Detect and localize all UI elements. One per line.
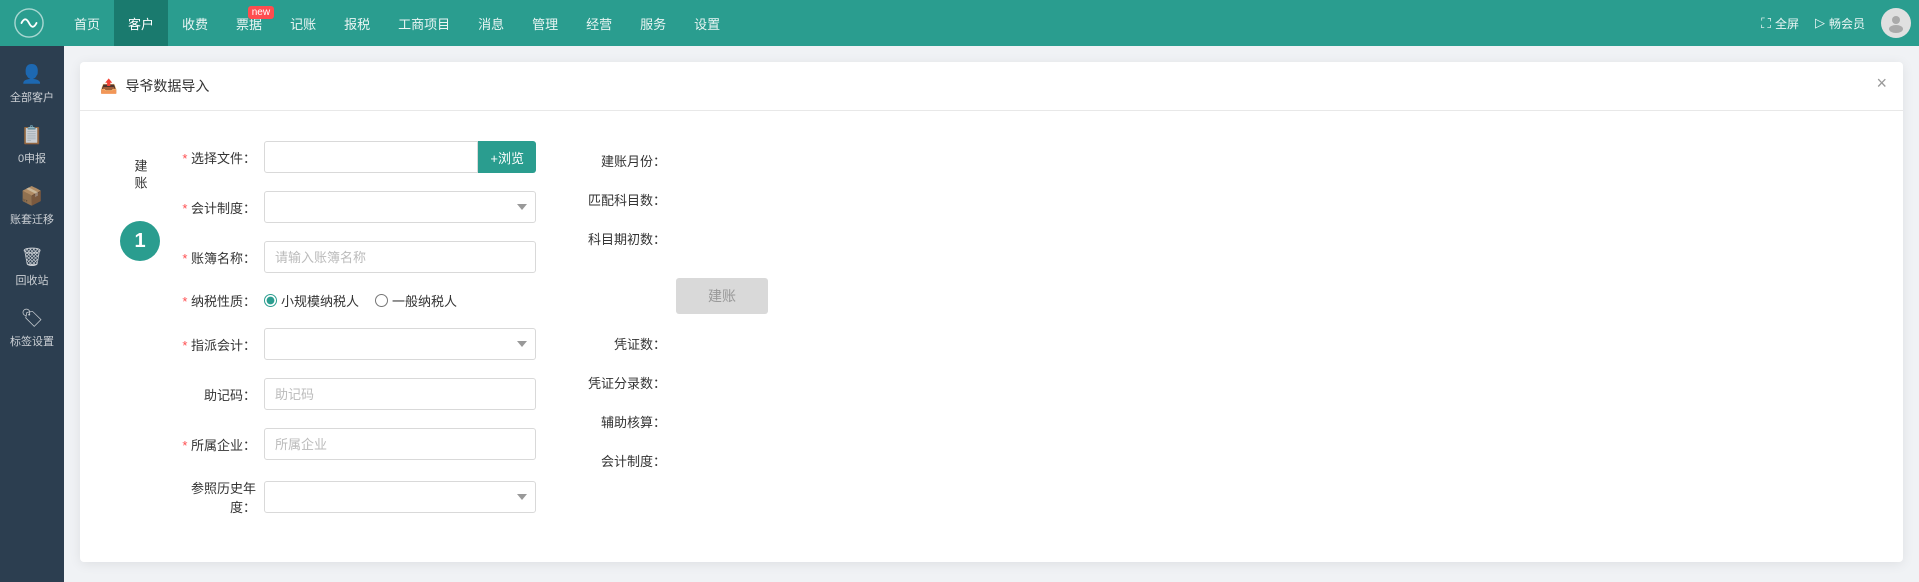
tax-type-row: 纳税性质： 小规模纳税人 一般纳税人 <box>176 291 536 310</box>
browse-button[interactable]: +浏览 <box>478 141 536 173</box>
form-left-section: 建账 1 选择文件： +浏览 会计制度： <box>120 141 536 516</box>
avatar[interactable] <box>1881 8 1911 38</box>
nav-item-operations[interactable]: 经营 <box>572 0 626 46</box>
radio-small-scale[interactable]: 小规模纳税人 <box>264 291 359 310</box>
sidebar-item-zero-filing[interactable]: 📋 0申报 <box>2 117 62 174</box>
history-year-select[interactable] <box>264 481 536 513</box>
nav-item-tickets[interactable]: 票据 new <box>222 0 276 46</box>
accounting-system-label: 会计制度： <box>576 451 666 470</box>
accounting-row: 会计制度： <box>176 191 536 223</box>
match-subjects-label: 匹配科目数： <box>576 190 666 209</box>
company-input[interactable] <box>264 428 536 460</box>
member-button[interactable]: ▷ 畅会员 <box>1815 15 1865 32</box>
ledger-name-input[interactable] <box>264 241 536 273</box>
dialog-card: 📤 导爷数据导入 × 建账 1 选择文件： +浏览 <box>80 62 1903 562</box>
memo-code-input[interactable] <box>264 378 536 410</box>
fullscreen-button[interactable]: ⛶ 全屏 <box>1761 15 1799 32</box>
voucher-row: 凭证数： <box>576 334 856 353</box>
nav-item-customers[interactable]: 客户 <box>114 0 168 46</box>
nav-item-services[interactable]: 服务 <box>626 0 680 46</box>
dialog-header: 📤 导爷数据导入 <box>80 62 1903 111</box>
ledger-name-label: 账簿名称： <box>176 248 256 267</box>
upload-icon: 📤 <box>100 78 117 95</box>
auxiliary-label: 辅助核算： <box>576 412 666 431</box>
month-label: 建账月份： <box>576 151 666 170</box>
history-year-row: 参照历史年度： <box>176 478 536 516</box>
month-row: 建账月份： <box>576 151 856 170</box>
migration-icon: 📦 <box>21 186 43 207</box>
nav-item-home[interactable]: 首页 <box>60 0 114 46</box>
tax-type-label: 纳税性质： <box>176 291 256 310</box>
accounting-label: 会计制度： <box>176 198 256 217</box>
accountant-select[interactable] <box>264 328 536 360</box>
close-button[interactable]: × <box>1876 74 1887 92</box>
right-panel: 建账月份： 匹配科目数： 科目期初数： 建账 凭证数： 凭证分录数： <box>576 141 856 516</box>
sidebar-item-recycle[interactable]: 🗑 回收站 <box>2 239 62 296</box>
recycle-icon: 🗑 <box>21 247 44 268</box>
radio-general[interactable]: 一般纳税人 <box>375 291 457 310</box>
file-input-wrap: +浏览 <box>264 141 536 173</box>
tax-radio-group: 小规模纳税人 一般纳税人 <box>264 291 536 310</box>
form-grid: 选择文件： +浏览 会计制度： <box>176 141 536 516</box>
dialog-body: 建账 1 选择文件： +浏览 会计制度： <box>80 111 1903 546</box>
step-label: 建账 <box>131 149 150 203</box>
accounting-system-row: 会计制度： <box>576 451 856 470</box>
initial-subjects-row: 科目期初数： <box>576 229 856 248</box>
accountant-label: 指派会计： <box>176 335 256 354</box>
history-year-label: 参照历史年度： <box>176 478 256 516</box>
company-label: 所属企业： <box>176 435 256 454</box>
sidebar-item-tags[interactable]: 🏷 标签设置 <box>2 300 62 357</box>
jianzhang-button[interactable]: 建账 <box>676 278 768 314</box>
memo-code-row: 助记码： <box>176 378 536 410</box>
dialog-title: 导爷数据导入 <box>125 76 209 96</box>
voucher-entries-row: 凭证分录数： <box>576 373 856 392</box>
file-input[interactable] <box>264 141 478 173</box>
nav-item-management[interactable]: 管理 <box>518 0 572 46</box>
nav-item-bookkeeping[interactable]: 记账 <box>276 0 330 46</box>
nav-item-settings[interactable]: 设置 <box>680 0 734 46</box>
sidebar-item-migration[interactable]: 📦 账套迁移 <box>2 178 62 235</box>
match-subjects-row: 匹配科目数： <box>576 190 856 209</box>
sidebar-item-all-customers[interactable]: 👤 全部客户 <box>2 56 62 113</box>
voucher-entries-label: 凭证分录数： <box>576 373 666 392</box>
tags-icon: 🏷 <box>21 308 44 329</box>
logo <box>8 2 50 44</box>
sidebar: 👤 全部客户 📋 0申报 📦 账套迁移 🗑 回收站 🏷 标签设置 <box>0 46 64 582</box>
voucher-label: 凭证数： <box>576 334 666 353</box>
memo-code-label: 助记码： <box>176 385 256 404</box>
main-content: 📤 导爷数据导入 × 建账 1 选择文件： +浏览 <box>64 46 1919 582</box>
nav-item-tax[interactable]: 报税 <box>330 0 384 46</box>
nav-right: ⛶ 全屏 ▷ 畅会员 <box>1761 8 1911 38</box>
step-badge: 1 <box>120 221 160 261</box>
accountant-row: 指派会计： <box>176 328 536 360</box>
nav-item-business[interactable]: 工商项目 <box>384 0 464 46</box>
nav-item-messages[interactable]: 消息 <box>464 0 518 46</box>
initial-subjects-label: 科目期初数： <box>576 229 666 248</box>
new-badge: new <box>248 6 274 19</box>
auxiliary-row: 辅助核算： <box>576 412 856 431</box>
top-nav: 首页 客户 收费 票据 new 记账 报税 工商项目 消息 管理 经营 服务 设… <box>0 0 1919 46</box>
ledger-name-row: 账簿名称： <box>176 241 536 273</box>
accounting-select[interactable] <box>264 191 536 223</box>
file-row: 选择文件： +浏览 <box>176 141 536 173</box>
file-label: 选择文件： <box>176 148 256 167</box>
all-customers-icon: 👤 <box>21 64 43 85</box>
company-row: 所属企业： <box>176 428 536 460</box>
nav-item-fees[interactable]: 收费 <box>168 0 222 46</box>
zero-filing-icon: 📋 <box>21 125 43 146</box>
